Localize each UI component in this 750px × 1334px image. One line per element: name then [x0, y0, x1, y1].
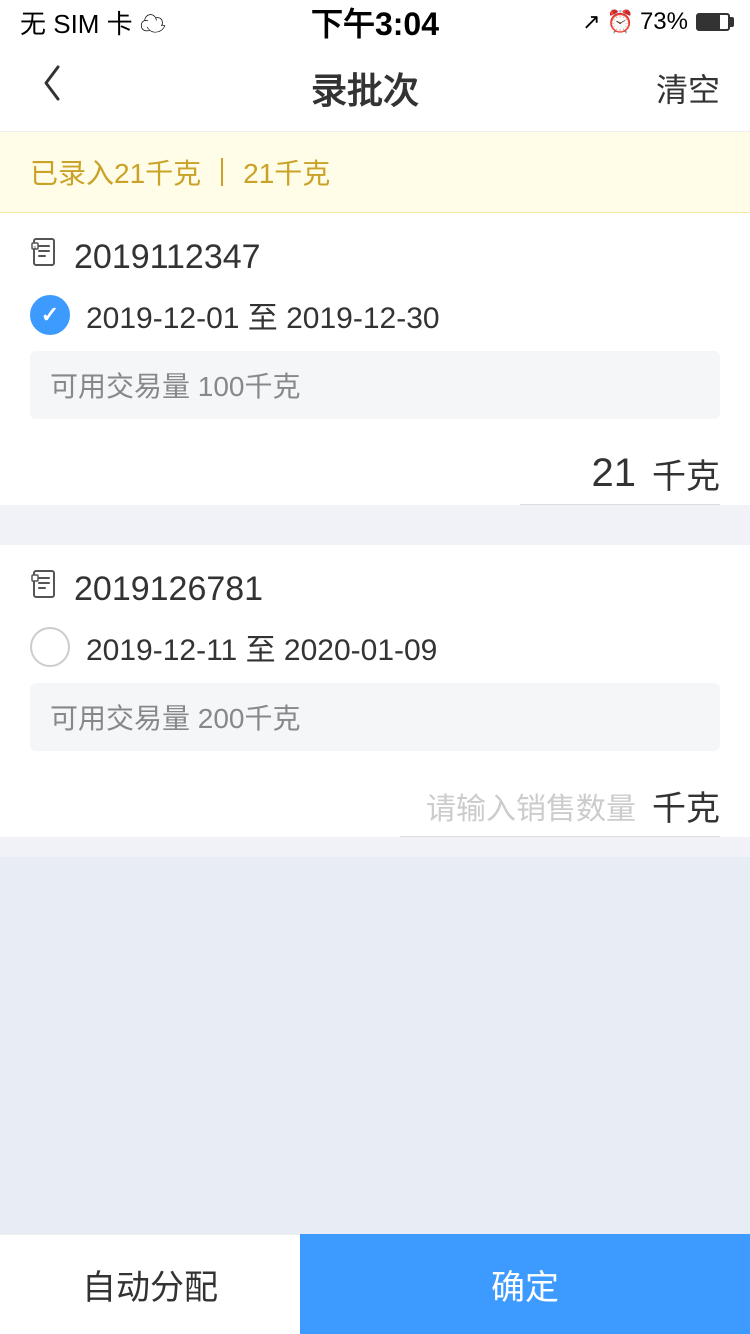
quantity-underline-1	[520, 504, 720, 505]
nav-bar: 录批次 清空	[0, 44, 750, 132]
summary-label: 已录入21千克	[30, 152, 201, 192]
separator-1	[0, 525, 750, 545]
page-title: 录批次	[311, 62, 419, 114]
batch-date-2: 2019-12-11 至 2020-01-09	[86, 625, 437, 669]
summary-value: 21千克	[243, 152, 330, 192]
batch-id-2: 2019126781	[74, 570, 263, 609]
batch-date-row-1: 2019-12-01 至 2019-12-30	[0, 287, 750, 351]
batch-doc-icon-2	[30, 569, 62, 609]
available-qty-1: 可用交易量 100千克	[30, 351, 720, 419]
quantity-underline-2	[400, 836, 720, 837]
batch-date-1: 2019-12-01 至 2019-12-30	[86, 293, 440, 337]
quantity-placeholder-2[interactable]: 请输入销售数量	[426, 784, 636, 828]
batch-item-2: 2019126781 2019-12-11 至 2020-01-09 可用交易量…	[0, 545, 750, 837]
batch-item-1: ≡ 2019112347 2019-12-01 至 2019-12-30 可用交…	[0, 213, 750, 505]
quantity-unit-2: 千克	[652, 781, 720, 830]
clear-button[interactable]: 清空	[656, 65, 720, 111]
batch-header-2: 2019126781	[0, 545, 750, 619]
battery-text: 73%	[640, 8, 688, 36]
bottom-actions: 自动分配 确定	[0, 1234, 750, 1334]
confirm-button[interactable]: 确定	[300, 1234, 750, 1334]
batch-id-1: 2019112347	[74, 238, 261, 277]
status-time: 下午3:04	[311, 0, 439, 45]
quantity-area-1: 21 千克	[0, 439, 750, 498]
batch-radio-2[interactable]	[30, 627, 70, 667]
status-left: 无 SIM 卡 ☁	[20, 4, 166, 41]
back-button[interactable]	[30, 53, 74, 123]
alarm-icon: ⏰	[607, 9, 634, 35]
quantity-value-1[interactable]: 21	[592, 451, 637, 496]
batch-radio-1[interactable]	[30, 295, 70, 335]
summary-divider	[221, 158, 223, 186]
battery-icon	[696, 13, 730, 31]
auto-distribute-button[interactable]: 自动分配	[0, 1234, 300, 1334]
status-right: ↗ ⏰ 73%	[582, 8, 730, 36]
batch-date-row-2: 2019-12-11 至 2020-01-09	[0, 619, 750, 683]
status-bar: 无 SIM 卡 ☁ 下午3:04 ↗ ⏰ 73%	[0, 0, 750, 44]
scroll-area: ≡ 2019112347 2019-12-01 至 2019-12-30 可用交…	[0, 213, 750, 1315]
available-qty-2: 可用交易量 200千克	[30, 683, 720, 751]
quantity-unit-1: 千克	[652, 449, 720, 498]
summary-bar: 已录入21千克 21千克	[0, 132, 750, 213]
batch-doc-icon-1: ≡	[30, 237, 62, 277]
sim-label: 无 SIM 卡 ☁	[20, 4, 166, 41]
svg-text:≡: ≡	[34, 245, 37, 251]
location-icon: ↗	[582, 9, 600, 35]
batch-header-1: ≡ 2019112347	[0, 213, 750, 287]
quantity-area-2: 请输入销售数量 千克	[0, 771, 750, 830]
